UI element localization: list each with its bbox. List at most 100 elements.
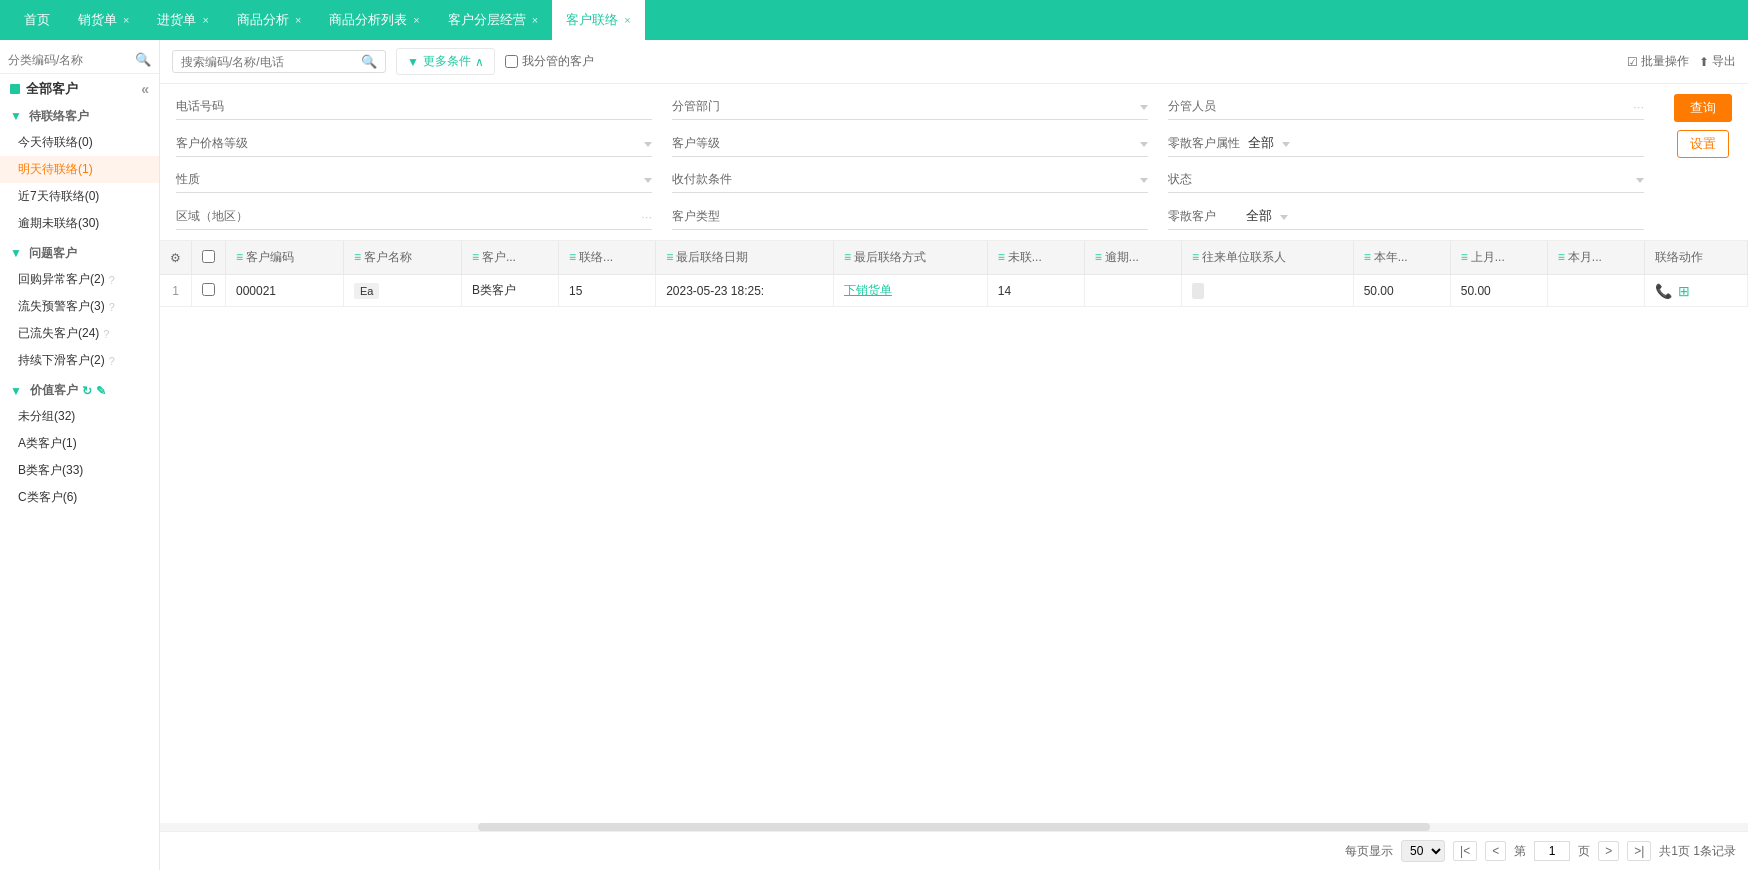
filter-gender: 性质 <box>176 167 652 193</box>
sidebar-search-input[interactable] <box>8 53 135 67</box>
close-icon[interactable]: × <box>123 14 129 26</box>
toolbar: 🔍 ▼ 更多条件 ∧ 我分管的客户 ☑ 批量操作 ⬆ 导出 <box>160 40 1748 84</box>
nav-home[interactable]: 首页 <box>10 0 64 40</box>
filter-panel: 电话号码 分管部门 分管人员 ··· <box>160 84 1748 241</box>
collapse-icon[interactable]: « <box>141 81 149 97</box>
customer-level-input[interactable] <box>750 136 1136 150</box>
last-page-btn[interactable]: >| <box>1627 841 1651 861</box>
filter-actions: 查询 设置 <box>1674 94 1732 158</box>
region-input[interactable] <box>256 209 637 223</box>
sidebar-repeat-anomaly[interactable]: 回购异常客户(2) ? <box>0 266 159 293</box>
td-actions: 📞 ⊞ <box>1644 275 1747 307</box>
more-icon[interactable]: ··· <box>641 209 652 224</box>
close-icon[interactable]: × <box>624 14 630 26</box>
gender-input[interactable] <box>254 173 640 187</box>
edit-icon[interactable]: ✎ <box>96 384 106 398</box>
sidebar-week-contact[interactable]: 近7天待联络(0) <box>0 183 159 210</box>
chevron-up-icon: ∧ <box>475 55 484 69</box>
search-icon[interactable]: 🔍 <box>361 54 377 69</box>
td-overdue <box>1084 275 1181 307</box>
sidebar-value-header: ▼ 价值客户 ↻ ✎ <box>0 378 159 403</box>
td-category: B类客户 <box>461 275 558 307</box>
filter-row-1: 电话号码 分管部门 分管人员 ··· <box>176 94 1664 120</box>
filter-region: 区域（地区） ··· <box>176 204 652 230</box>
sidebar-continuous-decline[interactable]: 持续下滑客户(2) ? <box>0 347 159 374</box>
status-input[interactable] <box>1246 173 1632 187</box>
phone-action-icon[interactable]: 📞 <box>1655 283 1672 299</box>
close-icon[interactable]: × <box>295 14 301 26</box>
batch-ops-btn[interactable]: ☑ 批量操作 <box>1627 53 1689 70</box>
sidebar-all-customers[interactable]: 全部客户 « <box>0 74 159 104</box>
query-button[interactable]: 查询 <box>1674 94 1732 122</box>
first-page-btn[interactable]: |< <box>1453 841 1477 861</box>
payment-input[interactable] <box>750 173 1136 187</box>
nav-product-analysis-list[interactable]: 商品分析列表 × <box>315 0 433 40</box>
per-page-select[interactable]: 50 <box>1401 840 1445 862</box>
dept-input[interactable] <box>750 100 1136 114</box>
td-contact-count: 15 <box>559 275 656 307</box>
td-year-amount: 50.00 <box>1353 275 1450 307</box>
th-checkbox <box>192 241 226 275</box>
search-icon[interactable]: 🔍 <box>135 52 151 67</box>
th-contact-count: ≡联络... <box>559 241 656 275</box>
table-row: 1 000021 Ea B类客户 15 2023-05-23 18:25: 下销… <box>160 275 1748 307</box>
person-input[interactable] <box>1246 100 1629 114</box>
sidebar-tomorrow-contact[interactable]: 明天待联络(1) <box>0 156 159 183</box>
nav-purchase-order[interactable]: 进货单 × <box>143 0 222 40</box>
th-unit-contact: ≡往来单位联系人 <box>1181 241 1353 275</box>
phone-input[interactable] <box>254 100 652 114</box>
td-last-date: 2023-05-23 18:25: <box>656 275 834 307</box>
my-customers-check[interactable] <box>505 55 518 68</box>
nav-product-analysis[interactable]: 商品分析 × <box>223 0 315 40</box>
refresh-icon[interactable]: ↻ <box>82 384 92 398</box>
customer-type-input[interactable] <box>750 209 1148 223</box>
td-this-month <box>1547 275 1644 307</box>
last-contact-link[interactable]: 下销货单 <box>844 283 892 297</box>
sidebar-today-contact[interactable]: 今天待联络(0) <box>0 129 159 156</box>
sidebar-a-class[interactable]: A类客户(1) <box>0 430 159 457</box>
setting-button[interactable]: 设置 <box>1677 130 1729 158</box>
sidebar-lost[interactable]: 已流失客户(24) ? <box>0 320 159 347</box>
row-checkbox[interactable] <box>202 283 215 296</box>
nav-customer-layering[interactable]: 客户分层经营 × <box>434 0 552 40</box>
filter-retail-attr: 零散客户属性 全部 <box>1168 130 1644 157</box>
export-icon: ⬆ <box>1699 55 1709 69</box>
sidebar-c-class[interactable]: C类客户(6) <box>0 484 159 511</box>
search-input[interactable] <box>181 55 361 69</box>
sidebar-overdue-contact[interactable]: 逾期未联络(30) <box>0 210 159 237</box>
horizontal-scrollbar[interactable] <box>160 823 1748 831</box>
td-name: Ea <box>343 275 461 307</box>
prev-page-btn[interactable]: < <box>1485 841 1506 861</box>
th-settings[interactable]: ⚙ <box>160 241 192 275</box>
sidebar-lost-risk[interactable]: 流失预警客户(3) ? <box>0 293 159 320</box>
chevron-down-icon <box>1282 136 1290 151</box>
filter-row-4: 区域（地区） ··· 客户类型 零散客户 全部 <box>176 203 1664 230</box>
more-filter-btn[interactable]: ▼ 更多条件 ∧ <box>396 48 495 75</box>
filter-row-3: 性质 收付款条件 状态 <box>176 167 1664 193</box>
toolbar-right: ☑ 批量操作 ⬆ 导出 <box>1627 53 1736 70</box>
close-icon[interactable]: × <box>532 14 538 26</box>
nav-customer-contact[interactable]: 客户联络 × <box>552 0 644 40</box>
th-last-contact-date: ≡最后联络日期 <box>656 241 834 275</box>
sidebar: 🔍 全部客户 « ▼ 待联络客户 今天待联络(0) 明天待联络(1) 近7天待联… <box>0 40 160 870</box>
td-unit-contact <box>1181 275 1353 307</box>
sidebar-b-class[interactable]: B类客户(33) <box>0 457 159 484</box>
export-btn[interactable]: ⬆ 导出 <box>1699 53 1736 70</box>
page-input[interactable] <box>1534 841 1570 861</box>
select-all-checkbox[interactable] <box>202 250 215 263</box>
nav-sales-order[interactable]: 销货单 × <box>64 0 143 40</box>
filter-customer-level: 客户等级 <box>672 131 1148 157</box>
more-icon[interactable]: ··· <box>1633 99 1644 114</box>
close-icon[interactable]: × <box>413 14 419 26</box>
help-icon: ? <box>109 301 115 313</box>
my-customers-checkbox[interactable]: 我分管的客户 <box>505 53 594 70</box>
next-page-btn[interactable]: > <box>1598 841 1619 861</box>
chevron-down-icon <box>644 136 652 151</box>
td-unreached: 14 <box>987 275 1084 307</box>
qr-action-icon[interactable]: ⊞ <box>1678 283 1690 299</box>
sidebar-ungrouped[interactable]: 未分组(32) <box>0 403 159 430</box>
close-icon[interactable]: × <box>202 14 208 26</box>
price-level-input[interactable] <box>256 136 640 150</box>
help-icon: ? <box>109 355 115 367</box>
scrollbar-thumb <box>478 823 1431 831</box>
